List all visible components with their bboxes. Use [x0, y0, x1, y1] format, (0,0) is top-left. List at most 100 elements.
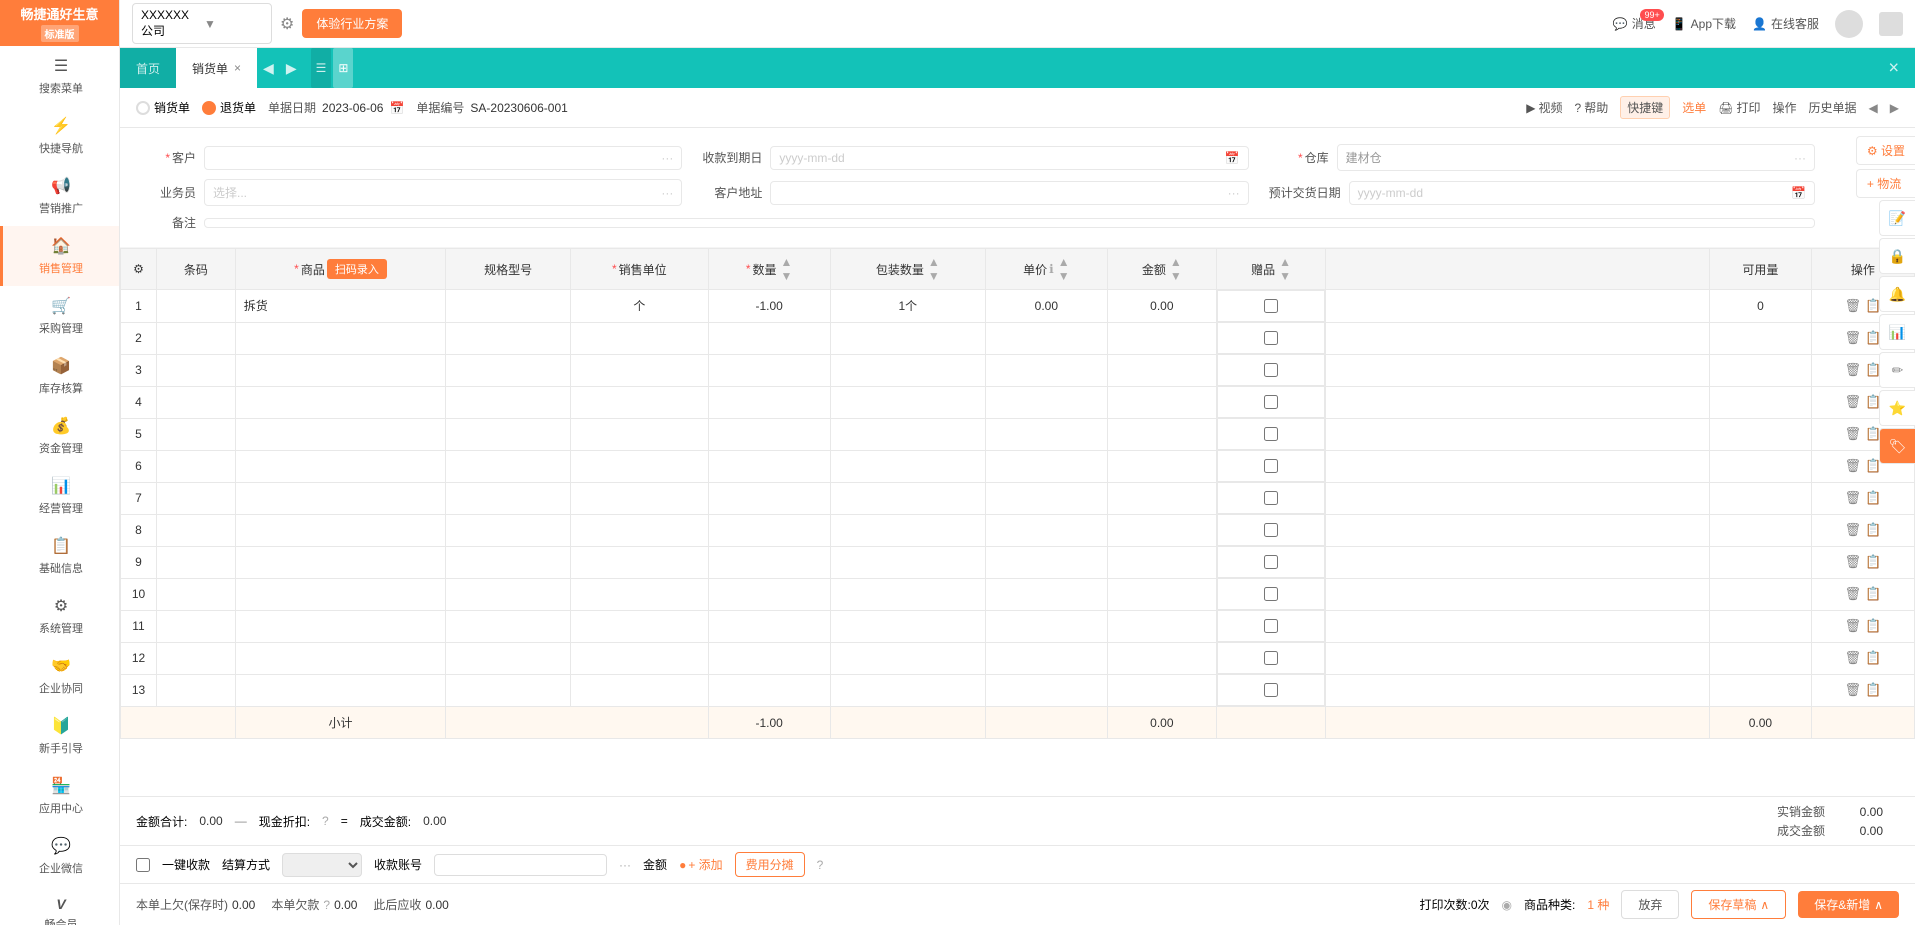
cell-price[interactable]: [985, 482, 1107, 514]
cell-gift[interactable]: [1217, 514, 1325, 546]
cell-spec[interactable]: [446, 578, 571, 610]
float-bell-btn[interactable]: 🔔: [1879, 276, 1915, 312]
delete-icon[interactable]: 🗑: [1845, 554, 1862, 570]
cell-product[interactable]: [235, 546, 446, 578]
float-note-btn[interactable]: 📝: [1879, 200, 1915, 236]
cell-spec[interactable]: [446, 322, 571, 354]
cell-amount[interactable]: [1107, 354, 1216, 386]
cell-qty[interactable]: [708, 578, 830, 610]
cell-pack-qty[interactable]: [830, 546, 985, 578]
cell-amount[interactable]: [1107, 418, 1216, 450]
cell-price[interactable]: [985, 322, 1107, 354]
cell-gift[interactable]: [1217, 450, 1325, 482]
payment-due-input[interactable]: yyyy-mm-dd 📅: [770, 146, 1248, 170]
warehouse-input[interactable]: 建材仓 ···: [1337, 144, 1815, 171]
cell-qty[interactable]: [708, 322, 830, 354]
cell-product[interactable]: [235, 578, 446, 610]
copy-icon[interactable]: 📋: [1865, 522, 1881, 538]
delete-icon[interactable]: 🗑: [1845, 522, 1862, 538]
cell-pack-qty[interactable]: [830, 514, 985, 546]
cell-spec[interactable]: [446, 290, 571, 323]
company-selector[interactable]: XXXXXX公司 ▼: [132, 3, 272, 44]
radio-sales[interactable]: 销货单: [136, 99, 190, 116]
save-new-btn[interactable]: 保存&新增 ∧: [1798, 891, 1899, 918]
cell-price[interactable]: [985, 354, 1107, 386]
sidebar-item-members[interactable]: V 畅会员: [0, 886, 119, 925]
cell-spec[interactable]: [446, 642, 571, 674]
cell-barcode[interactable]: [157, 610, 236, 642]
trial-button[interactable]: 体验行业方案: [302, 9, 402, 38]
cell-spec[interactable]: [446, 610, 571, 642]
account-input[interactable]: [434, 854, 607, 876]
customer-input[interactable]: ···: [204, 146, 682, 170]
cell-product[interactable]: [235, 450, 446, 482]
cell-gift[interactable]: [1217, 642, 1325, 674]
cell-qty[interactable]: [708, 610, 830, 642]
cell-price[interactable]: 0.00: [985, 290, 1107, 323]
cell-product[interactable]: [235, 386, 446, 418]
sidebar-item-search[interactable]: ☰ 搜索菜单: [0, 46, 119, 106]
cell-gift[interactable]: [1217, 386, 1325, 418]
delete-icon[interactable]: 🗑: [1845, 394, 1862, 410]
cell-spec[interactable]: [446, 546, 571, 578]
one-click-payment-checkbox[interactable]: [136, 858, 150, 872]
cell-unit[interactable]: [571, 674, 709, 707]
cell-barcode[interactable]: [157, 354, 236, 386]
cell-pack-qty[interactable]: [830, 610, 985, 642]
cell-qty[interactable]: -1.00: [708, 290, 830, 323]
cell-gift[interactable]: [1217, 354, 1325, 386]
sidebar-item-appstore[interactable]: 🏪 应用中心: [0, 766, 119, 826]
float-edit-btn[interactable]: ✏: [1879, 352, 1915, 388]
cell-amount[interactable]: [1107, 674, 1216, 707]
cell-gift[interactable]: [1217, 322, 1325, 354]
history-btn[interactable]: 历史单据: [1809, 99, 1857, 116]
expense-split-btn[interactable]: 费用分摊: [735, 852, 805, 877]
cell-unit[interactable]: [571, 578, 709, 610]
cell-price[interactable]: [985, 514, 1107, 546]
delivery-input[interactable]: yyyy-mm-dd 📅: [1349, 181, 1815, 205]
sidebar-item-quick-nav[interactable]: ⚡ 快捷导航: [0, 106, 119, 166]
cell-unit[interactable]: [571, 418, 709, 450]
delete-icon[interactable]: 🗑: [1845, 586, 1862, 602]
user-menu-btn[interactable]: [1879, 12, 1903, 36]
nav-prev-icon[interactable]: ◀: [1869, 101, 1878, 115]
cell-qty[interactable]: [708, 418, 830, 450]
delete-icon[interactable]: 🗑: [1845, 330, 1862, 346]
cell-spec[interactable]: [446, 386, 571, 418]
address-input[interactable]: ···: [770, 181, 1248, 205]
abandon-btn[interactable]: 放弃: [1621, 890, 1679, 919]
cell-price[interactable]: [985, 546, 1107, 578]
list-view-btn[interactable]: ☰: [311, 48, 332, 88]
cell-price[interactable]: [985, 418, 1107, 450]
cell-spec[interactable]: [446, 418, 571, 450]
cell-amount[interactable]: [1107, 642, 1216, 674]
delete-icon[interactable]: 🗑: [1845, 618, 1862, 634]
cell-qty[interactable]: [708, 514, 830, 546]
cell-gift[interactable]: [1217, 418, 1325, 450]
cell-product[interactable]: [235, 418, 446, 450]
delete-icon[interactable]: 🗑: [1845, 362, 1862, 378]
cell-pack-qty[interactable]: [830, 482, 985, 514]
cell-gift[interactable]: [1217, 674, 1325, 706]
sidebar-item-enterprise[interactable]: 🤝 企业协同: [0, 646, 119, 706]
tab-home[interactable]: 首页: [120, 48, 176, 88]
cell-price[interactable]: [985, 610, 1107, 642]
cell-barcode[interactable]: [157, 450, 236, 482]
cell-spec[interactable]: [446, 450, 571, 482]
settings-side-btn[interactable]: ⚙ 设置: [1856, 136, 1915, 165]
sidebar-item-guide[interactable]: 🔰 新手引导: [0, 706, 119, 766]
sidebar-item-marketing[interactable]: 📢 营销推广: [0, 166, 119, 226]
sidebar-item-inventory[interactable]: 📦 库存核算: [0, 346, 119, 406]
add-payment-btn[interactable]: ● + 添加: [679, 856, 723, 873]
cell-barcode[interactable]: [157, 578, 236, 610]
video-btn[interactable]: ▶ 视频: [1526, 99, 1562, 116]
cell-spec[interactable]: [446, 482, 571, 514]
cell-spec[interactable]: [446, 674, 571, 707]
cell-amount[interactable]: [1107, 322, 1216, 354]
print-btn[interactable]: 🖨 打印: [1718, 99, 1760, 116]
float-tag-btn[interactable]: 🏷: [1879, 428, 1915, 464]
help-btn[interactable]: ? 帮助: [1575, 99, 1609, 116]
sidebar-item-finance[interactable]: 💰 资金管理: [0, 406, 119, 466]
cell-unit[interactable]: [571, 610, 709, 642]
cell-qty[interactable]: [708, 674, 830, 707]
